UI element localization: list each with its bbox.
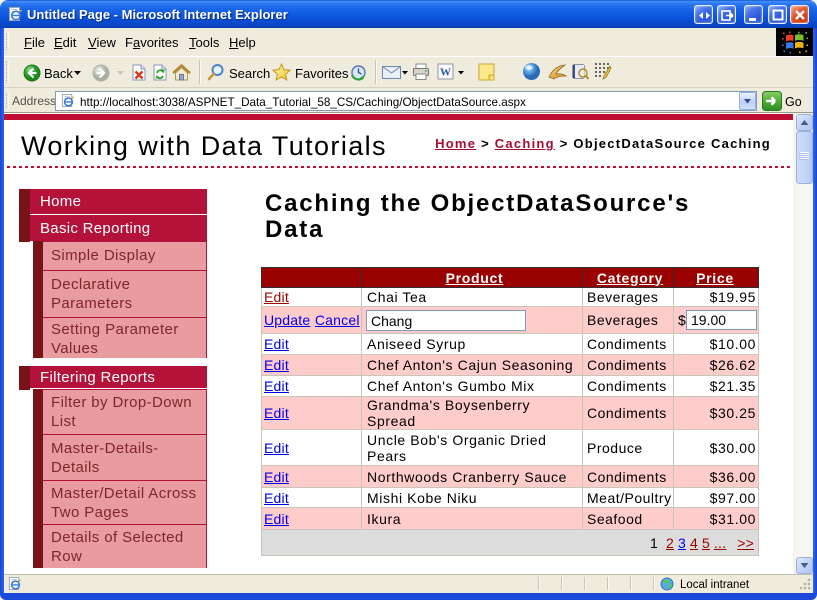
svg-text:W: W — [440, 67, 451, 79]
